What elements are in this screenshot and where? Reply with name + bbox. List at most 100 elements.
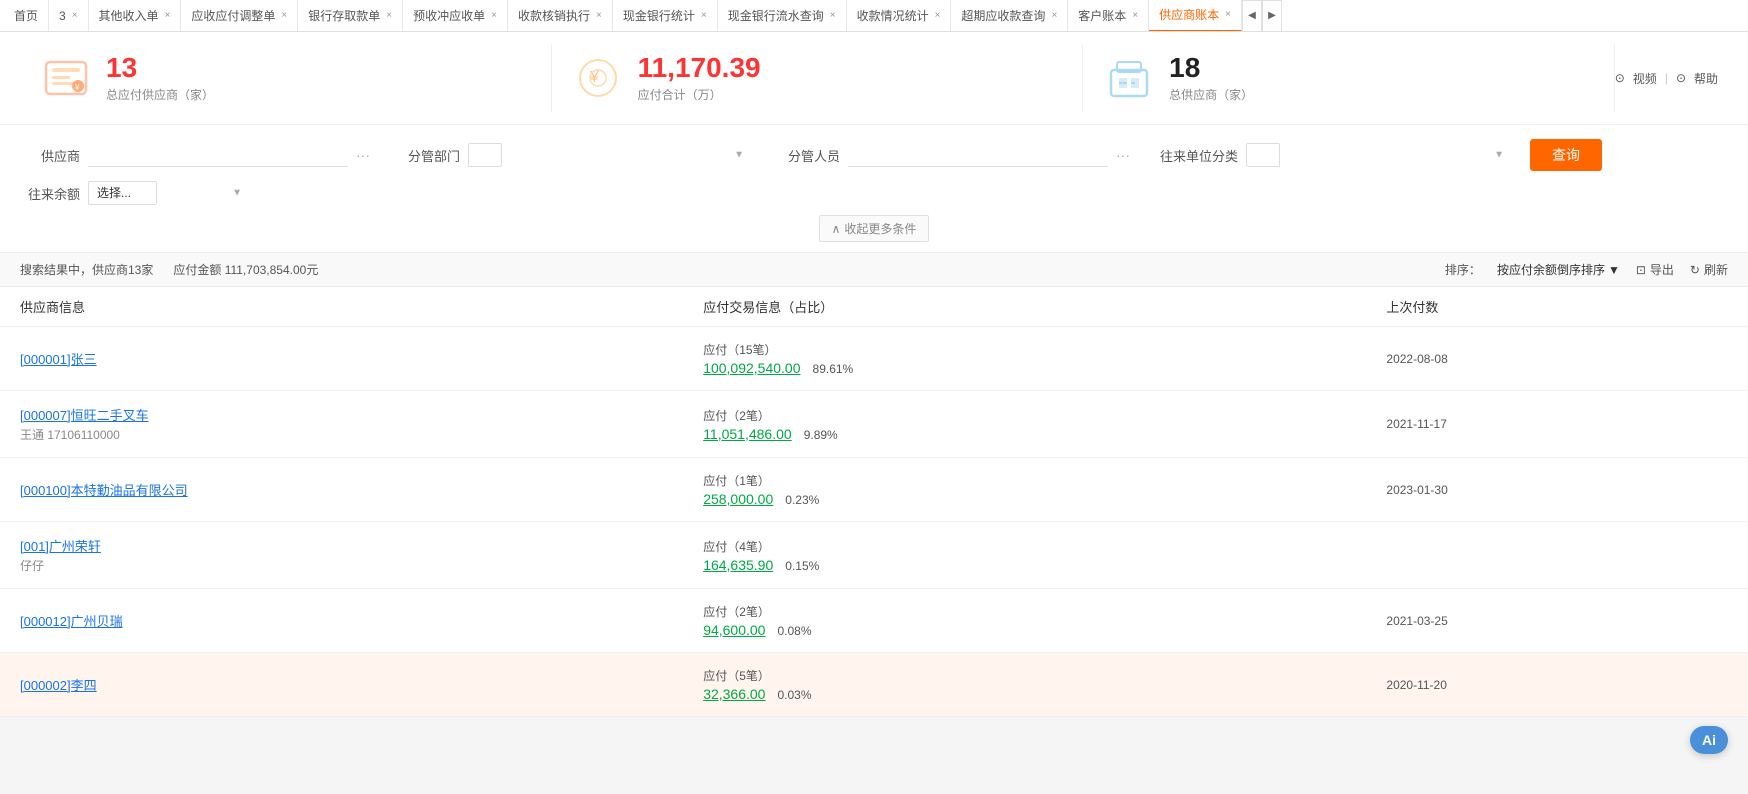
last-pay-cell: 2020-11-20: [1386, 678, 1728, 692]
person-input[interactable]: [848, 144, 1108, 167]
close-icon[interactable]: ×: [386, 10, 392, 21]
tx-pct: 0.15%: [785, 559, 819, 573]
tab-other-income[interactable]: 其他收入单 ×: [89, 0, 182, 32]
dept-select[interactable]: [468, 143, 502, 167]
close-icon[interactable]: ×: [165, 10, 171, 21]
supplier-link[interactable]: [000012]广州贝瑞: [20, 614, 123, 629]
stat-card-total-suppliers: 18 总供应商（家）: [1083, 44, 1615, 112]
tx-amount-link[interactable]: 258,000.00: [703, 491, 773, 507]
stat-info-total-payable: 11,170.39 应付合计（万）: [638, 53, 761, 103]
query-button[interactable]: 查询: [1530, 139, 1602, 171]
collapse-icon: ∧: [832, 222, 841, 236]
table-row: [000007]恒旺二手叉车 王通 17106110000 应付（2笔） 11,…: [0, 391, 1748, 458]
tab-receipt-stats[interactable]: 收款情况统计 ×: [847, 0, 952, 32]
last-pay-cell: 2021-03-25: [1386, 614, 1728, 628]
tx-amount-link[interactable]: 100,092,540.00: [703, 360, 800, 376]
close-icon[interactable]: ×: [701, 10, 707, 21]
col-tx-info: 应付交易信息（占比）: [703, 297, 1386, 316]
tab-home-label: 首页: [14, 7, 38, 24]
tx-amount-link[interactable]: 11,051,486.00: [703, 426, 792, 442]
supplier-link[interactable]: [000001]张三: [20, 352, 97, 367]
chevron-down-icon: ▼: [1494, 150, 1504, 161]
table-body: [000001]张三 应付（15笔） 100,092,540.00 89.61%…: [0, 327, 1748, 717]
tx-row: 100,092,540.00 89.61%: [703, 360, 1386, 376]
total-payable-number: 11,170.39: [638, 53, 761, 84]
divider: |: [1665, 71, 1668, 85]
nav-next-arrow[interactable]: ▶: [1262, 0, 1282, 32]
tab-supplier-book[interactable]: 供应商账本 ×: [1149, 0, 1242, 32]
sort-chevron-icon: ▼: [1608, 263, 1620, 277]
tab-cash-stats[interactable]: 现金银行统计 ×: [613, 0, 718, 32]
tab-receipt-exec[interactable]: 收款核销执行 ×: [508, 0, 613, 32]
help-link[interactable]: 帮助: [1694, 70, 1718, 87]
tx-cell: 应付（4笔） 164,635.90 0.15%: [703, 538, 1386, 573]
close-icon[interactable]: ×: [596, 10, 602, 21]
tab-cash-flow[interactable]: 现金银行流水查询 ×: [718, 0, 847, 32]
tab-prepay[interactable]: 预收冲应收单 ×: [403, 0, 508, 32]
balance-select[interactable]: 选择...: [88, 181, 157, 205]
supplier-cell: [000001]张三: [20, 349, 703, 368]
tab-bank-deposit[interactable]: 银行存取款单 ×: [298, 0, 403, 32]
close-icon[interactable]: ×: [281, 10, 287, 21]
tx-label: 应付（4笔）: [703, 538, 1386, 555]
supplier-dots-button[interactable]: ···: [356, 147, 370, 163]
close-icon[interactable]: ×: [1225, 9, 1231, 20]
tx-cell: 应付（2笔） 11,051,486.00 9.89%: [703, 407, 1386, 442]
tab-receipt-stats-label: 收款情况统计: [857, 7, 929, 24]
tx-row: 11,051,486.00 9.89%: [703, 426, 1386, 442]
video-link[interactable]: 视频: [1633, 70, 1657, 87]
col-last-pay: 上次付数: [1386, 297, 1728, 316]
supplier-link[interactable]: [001]广州荣轩: [20, 539, 101, 554]
refresh-button[interactable]: ↻ 刷新: [1690, 261, 1728, 278]
person-dots-button[interactable]: ···: [1116, 147, 1130, 163]
tab-home[interactable]: 首页: [4, 0, 49, 32]
tx-pct: 0.03%: [777, 688, 811, 702]
tab-customer-book[interactable]: 客户账本 ×: [1068, 0, 1149, 32]
close-icon[interactable]: ×: [1132, 10, 1138, 21]
tx-amount-link[interactable]: 164,635.90: [703, 557, 773, 573]
tab-3-label: 3: [59, 9, 66, 23]
supplier-link[interactable]: [000007]恒旺二手叉车: [20, 408, 149, 423]
tx-row: 258,000.00 0.23%: [703, 491, 1386, 507]
tx-row: 94,600.00 0.08%: [703, 622, 1386, 638]
close-icon[interactable]: ×: [830, 10, 836, 21]
sort-dropdown[interactable]: 按应付余额倒序排序 ▼: [1497, 261, 1620, 278]
tx-pct: 89.61%: [813, 362, 854, 376]
export-button[interactable]: ⊡ 导出: [1636, 261, 1674, 278]
col-supplier-info: 供应商信息: [20, 297, 703, 316]
supplier-link[interactable]: [000002]李四: [20, 678, 97, 693]
table-row: [000012]广州贝瑞 应付（2笔） 94,600.00 0.08% 2021…: [0, 589, 1748, 653]
close-icon[interactable]: ×: [1051, 10, 1057, 21]
balance-label: 往来余额: [20, 184, 80, 203]
category-select[interactable]: [1246, 143, 1280, 167]
category-label: 往来单位分类: [1160, 146, 1238, 165]
supplier-cell: [000002]李四: [20, 675, 703, 694]
nav-prev-arrow[interactable]: ◀: [1242, 0, 1262, 32]
table-area: 供应商信息 应付交易信息（占比） 上次付数 [000001]张三 应付（15笔）…: [0, 287, 1748, 717]
tx-amount-link[interactable]: 94,600.00: [703, 622, 765, 638]
supplier-sub: 王通 17106110000: [20, 426, 703, 443]
ai-badge[interactable]: Ai: [1690, 726, 1728, 754]
tx-cell: 应付（15笔） 100,092,540.00 89.61%: [703, 341, 1386, 376]
tab-ar-ap-adjust[interactable]: 应收应付调整单 ×: [181, 0, 298, 32]
supplier-link[interactable]: [000100]本特勤油品有限公司: [20, 483, 188, 498]
tab-overdue[interactable]: 超期应收款查询 ×: [951, 0, 1068, 32]
close-icon[interactable]: ×: [72, 10, 78, 21]
tx-cell: 应付（2笔） 94,600.00 0.08%: [703, 603, 1386, 638]
tab-3[interactable]: 3 ×: [49, 0, 89, 32]
supplier-cell: [001]广州荣轩 仔仔: [20, 536, 703, 574]
refresh-label: 刷新: [1704, 261, 1728, 278]
table-row: [000001]张三 应付（15笔） 100,092,540.00 89.61%…: [0, 327, 1748, 391]
collapse-button[interactable]: ∧ 收起更多条件: [819, 215, 930, 242]
stat-card-total-payable: ¥ 11,170.39 应付合计（万）: [552, 44, 1084, 112]
close-icon[interactable]: ×: [491, 10, 497, 21]
chevron-down-icon: ▼: [232, 188, 242, 199]
tab-ar-ap-adjust-label: 应收应付调整单: [191, 7, 275, 24]
supplier-input[interactable]: [88, 144, 348, 167]
payable-suppliers-icon: ¥: [40, 52, 92, 104]
close-icon[interactable]: ×: [935, 10, 941, 21]
tx-amount-link[interactable]: 32,366.00: [703, 686, 765, 702]
total-payable-icon: ¥: [572, 52, 624, 104]
tx-row: 32,366.00 0.03%: [703, 686, 1386, 702]
export-label: 导出: [1650, 261, 1674, 278]
